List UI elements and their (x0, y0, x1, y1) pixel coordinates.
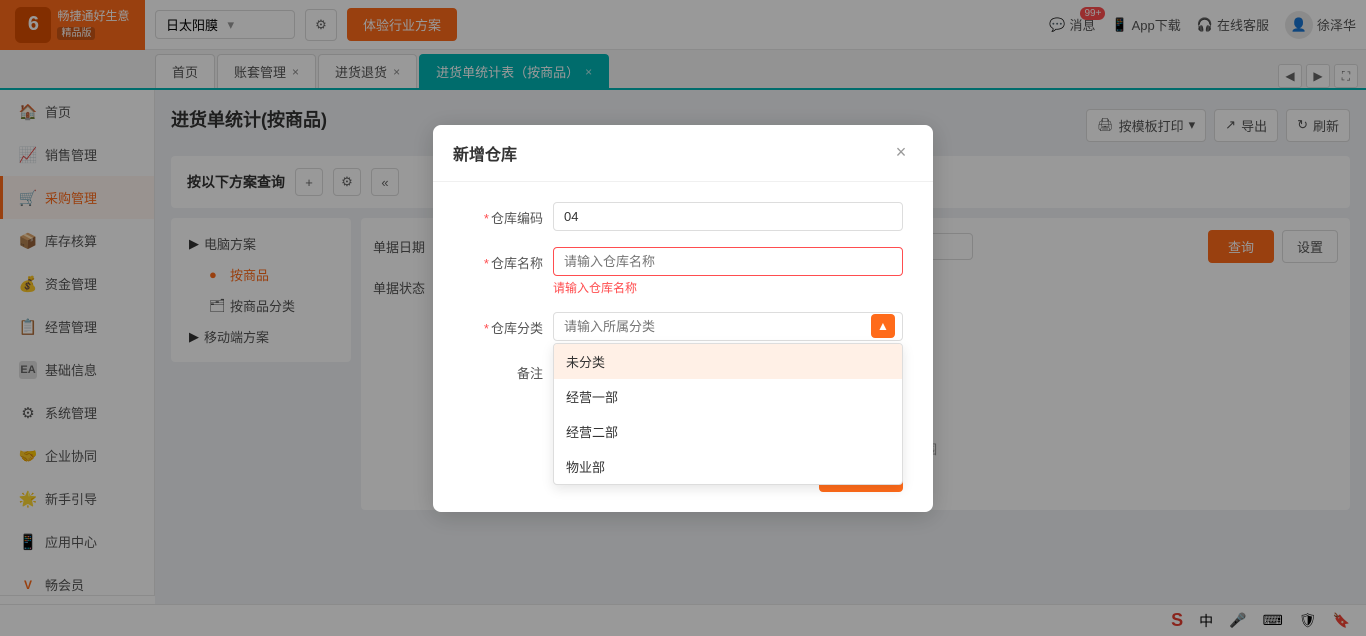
category-field: ▲ 未分类 经营一部 经营二部 物业部 (553, 312, 903, 341)
category-dropdown-wrapper: ▲ 未分类 经营一部 经营二部 物业部 (553, 312, 903, 341)
category-label: *仓库分类 (463, 312, 543, 337)
code-input[interactable] (553, 202, 903, 231)
name-field: 请输入仓库名称 (553, 247, 903, 296)
category-input[interactable] (553, 312, 903, 341)
dialog-close-button[interactable]: × (889, 141, 913, 165)
dropdown-item-0[interactable]: 未分类 (554, 344, 902, 379)
dropdown-item-3[interactable]: 物业部 (554, 449, 902, 484)
category-dropdown-list: 未分类 经营一部 经营二部 物业部 (553, 343, 903, 485)
dialog-body: *仓库编码 *仓库名称 请输入仓库名称 *仓库分类 (433, 182, 933, 446)
form-row-code: *仓库编码 (463, 202, 903, 231)
form-row-category: *仓库分类 ▲ 未分类 经营一部 经营二部 物业部 (463, 312, 903, 341)
modal-overlay: 新增仓库 × *仓库编码 *仓库名称 请输入仓库名称 (0, 0, 1366, 636)
remark-label: 备注 (463, 357, 543, 382)
dropdown-item-2[interactable]: 经营二部 (554, 414, 902, 449)
form-row-name: *仓库名称 请输入仓库名称 (463, 247, 903, 296)
name-error-msg: 请输入仓库名称 (553, 279, 903, 296)
name-label: *仓库名称 (463, 247, 543, 272)
code-field (553, 202, 903, 231)
new-warehouse-dialog: 新增仓库 × *仓库编码 *仓库名称 请输入仓库名称 (433, 125, 933, 512)
dropdown-item-1[interactable]: 经营一部 (554, 379, 902, 414)
category-dropdown-toggle[interactable]: ▲ (871, 314, 895, 338)
code-label: *仓库编码 (463, 202, 543, 227)
dialog-title: 新增仓库 (453, 141, 517, 165)
dialog-header: 新增仓库 × (433, 125, 933, 182)
name-input[interactable] (553, 247, 903, 276)
